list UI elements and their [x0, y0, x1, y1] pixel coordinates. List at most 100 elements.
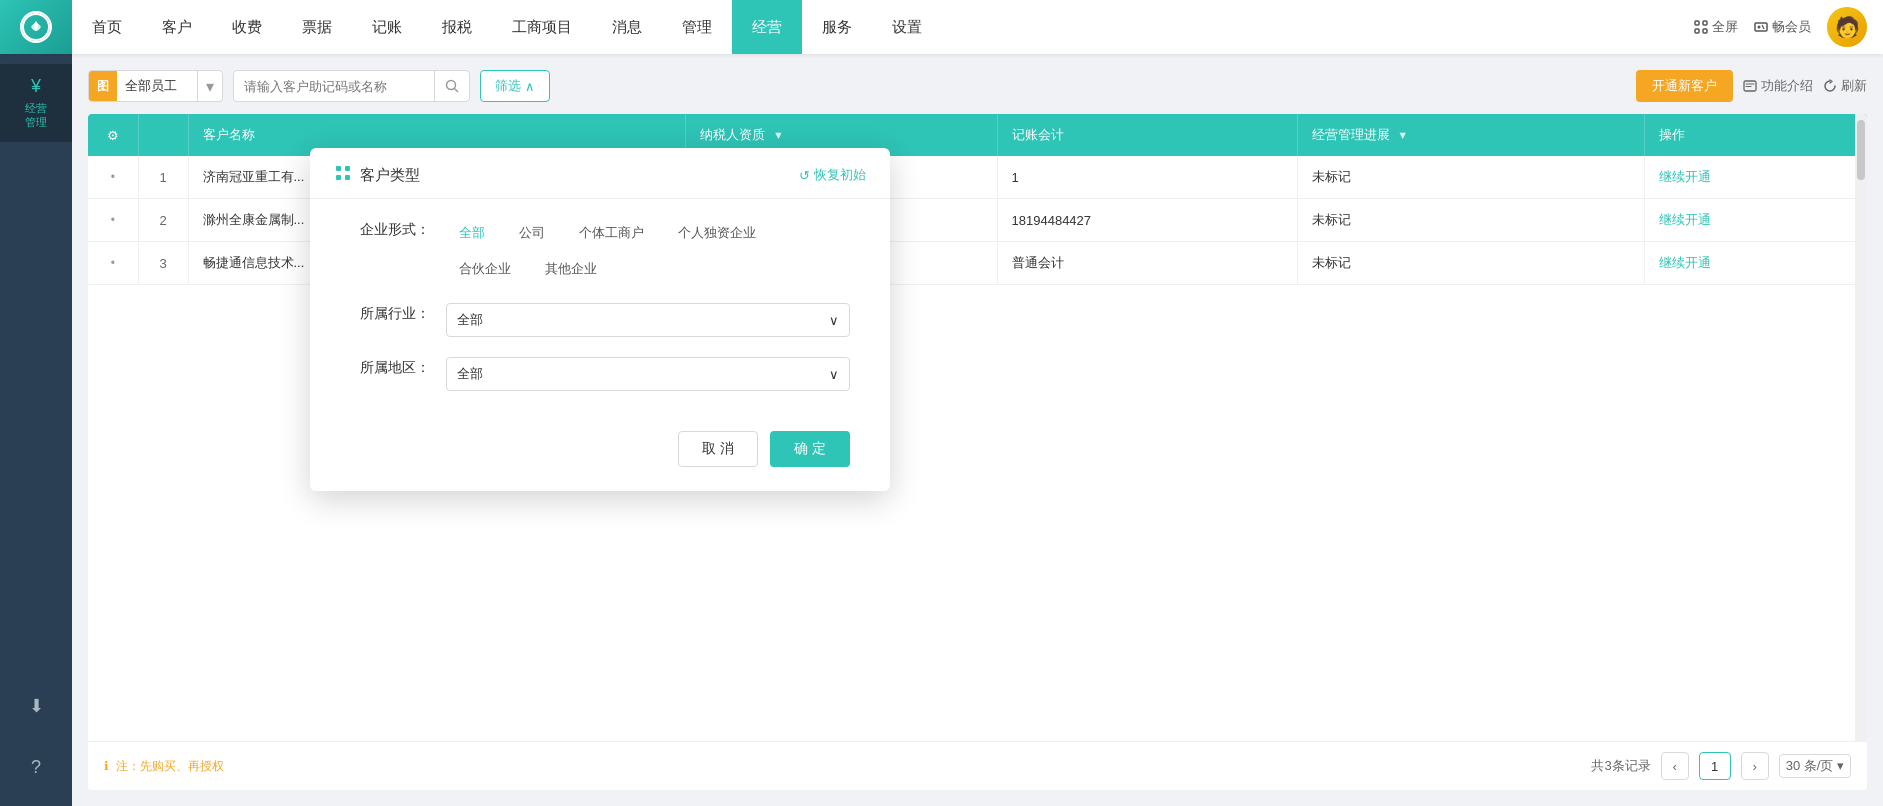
total-records: 共3条记录: [1591, 757, 1650, 775]
vip-icon: [1754, 20, 1768, 34]
svg-rect-1: [1695, 21, 1699, 25]
enterprise-option-all[interactable]: 全部: [446, 219, 498, 247]
nav-items: 首页 客户 收费 票据 记账 报税 工商项目 消息 管理 经营 服务 设置: [72, 0, 1694, 54]
help-icon: ?: [31, 757, 41, 778]
refresh-label: 刷新: [1841, 77, 1867, 95]
info-icon: ℹ: [104, 759, 109, 773]
page-size-select[interactable]: 30 条/页 ▾: [1779, 754, 1851, 778]
region-form-content: 全部 ∨: [446, 357, 850, 391]
fullscreen-label: 全屏: [1712, 18, 1738, 36]
industry-form-content: 全部 ∨: [446, 303, 850, 337]
sidebar: ¥ 经营管理 ⬇ ?: [0, 54, 72, 806]
filter-label: 筛选: [495, 77, 521, 95]
row3-action[interactable]: 继续开通: [1644, 242, 1867, 285]
search-input[interactable]: [234, 79, 434, 94]
enterprise-option-individual[interactable]: 个体工商户: [566, 219, 657, 247]
row3-accountant: 普通会计: [997, 242, 1297, 285]
avatar[interactable]: 🧑: [1827, 7, 1867, 47]
progress-filter-icon[interactable]: ▼: [1397, 129, 1408, 141]
refresh-button[interactable]: 刷新: [1823, 77, 1867, 95]
open-new-customer-button[interactable]: 开通新客户: [1636, 70, 1733, 102]
nav-item-manage[interactable]: 管理: [662, 0, 732, 54]
row2-num: 2: [138, 199, 188, 242]
row1-num: 1: [138, 156, 188, 199]
search-button[interactable]: [434, 71, 469, 101]
settings-column-header[interactable]: ⚙: [88, 114, 138, 156]
nav-item-business[interactable]: 工商项目: [492, 0, 592, 54]
row3-settings: •: [88, 242, 138, 285]
logo-icon: [20, 11, 52, 43]
svg-rect-3: [1695, 29, 1699, 33]
page-note: ℹ 注：先购买、再授权: [104, 758, 1581, 775]
svg-rect-5: [1755, 23, 1767, 31]
employee-select[interactable]: 图 全部员工 ▾: [88, 70, 223, 102]
industry-select[interactable]: 全部 ∨: [446, 303, 850, 337]
enterprise-form-content: 全部 公司 个体工商户 个人独资企业 合伙企业 其他企业: [446, 219, 850, 283]
settings-icon[interactable]: ⚙: [102, 128, 124, 143]
region-select[interactable]: 全部 ∨: [446, 357, 850, 391]
col-header-accountant: 记账会计: [997, 114, 1297, 156]
nav-item-message[interactable]: 消息: [592, 0, 662, 54]
nav-item-settings[interactable]: 设置: [872, 0, 942, 54]
next-page-button[interactable]: ›: [1741, 752, 1769, 780]
nav-item-home[interactable]: 首页: [72, 0, 142, 54]
toolbar: 图 全部员工 ▾ 筛选 ∧ 开通新客户: [88, 70, 1867, 102]
region-form-row: 所属地区： 全部 ∨: [350, 357, 850, 391]
filter-arrow-icon: ∧: [525, 79, 535, 94]
row3-progress: 未标记: [1297, 242, 1644, 285]
row2-progress: 未标记: [1297, 199, 1644, 242]
nav-item-invoice[interactable]: 票据: [282, 0, 352, 54]
col-header-progress: 经营管理进展 ▼: [1297, 114, 1644, 156]
reset-label: 恢复初始: [814, 166, 866, 184]
refresh-icon: [1823, 79, 1837, 93]
tax-qual-filter-icon[interactable]: ▼: [773, 129, 784, 141]
scrollbar-thumb[interactable]: [1857, 120, 1865, 180]
main-layout: ¥ 经营管理 ⬇ ? 图 全部员工 ▾: [0, 54, 1883, 806]
reset-icon: ↺: [799, 168, 810, 183]
row1-action[interactable]: 继续开通: [1644, 156, 1867, 199]
scrollbar[interactable]: [1855, 114, 1867, 741]
nav-item-customer[interactable]: 客户: [142, 0, 212, 54]
enterprise-option-partnership[interactable]: 合伙企业: [446, 255, 524, 283]
nav-item-charge[interactable]: 收费: [212, 0, 282, 54]
filter-button[interactable]: 筛选 ∧: [480, 70, 550, 102]
enterprise-option-sole[interactable]: 个人独资企业: [665, 219, 769, 247]
popup-title: 客户类型: [334, 164, 420, 186]
region-form-label: 所属地区：: [350, 357, 430, 377]
row1-progress: 未标记: [1297, 156, 1644, 199]
vip-btn[interactable]: 畅会员: [1754, 18, 1811, 36]
fullscreen-btn[interactable]: 全屏: [1694, 18, 1738, 36]
employee-select-arrow[interactable]: ▾: [197, 71, 222, 101]
enterprise-form-label: 企业形式：: [350, 219, 430, 239]
row1-accountant: 1: [997, 156, 1297, 199]
confirm-button[interactable]: 确 定: [770, 431, 850, 467]
enterprise-option-other[interactable]: 其他企业: [532, 255, 610, 283]
logo-area: [0, 0, 72, 54]
func-intro-button[interactable]: 功能介绍: [1743, 77, 1813, 95]
nav-item-bookkeeping[interactable]: 记账: [352, 0, 422, 54]
sidebar-item-download[interactable]: ⬇: [0, 683, 72, 729]
row1-settings: •: [88, 156, 138, 199]
popup-title-text: 客户类型: [360, 166, 420, 185]
sidebar-item-operation-manage[interactable]: ¥ 经营管理: [0, 64, 72, 142]
industry-select-arrow: ∨: [829, 313, 839, 328]
pagination-bar: ℹ 注：先购买、再授权 共3条记录 ‹ 1 › 30 条/页 ▾: [88, 741, 1867, 790]
row2-action[interactable]: 继续开通: [1644, 199, 1867, 242]
svg-rect-10: [345, 166, 350, 171]
sidebar-item-help[interactable]: ?: [0, 745, 72, 790]
cancel-button[interactable]: 取 消: [678, 431, 758, 467]
prev-page-button[interactable]: ‹: [1661, 752, 1689, 780]
page-size-arrow: ▾: [1837, 758, 1844, 773]
nav-item-tax[interactable]: 报税: [422, 0, 492, 54]
region-select-arrow: ∨: [829, 367, 839, 382]
popup-body: 企业形式： 全部 公司 个体工商户 个人独资企业 合伙企业 其他企业 所属行业：…: [310, 199, 890, 391]
prev-page-icon: ‹: [1672, 759, 1676, 774]
popup-header: 客户类型 ↺ 恢复初始: [310, 148, 890, 199]
nav-item-service[interactable]: 服务: [802, 0, 872, 54]
popup-reset-button[interactable]: ↺ 恢复初始: [799, 166, 866, 184]
enterprise-option-company[interactable]: 公司: [506, 219, 558, 247]
download-icon: ⬇: [29, 695, 44, 717]
func-intro-label: 功能介绍: [1761, 77, 1813, 95]
nav-item-operation[interactable]: 经营: [732, 0, 802, 54]
employee-select-text: 全部员工: [117, 77, 197, 95]
